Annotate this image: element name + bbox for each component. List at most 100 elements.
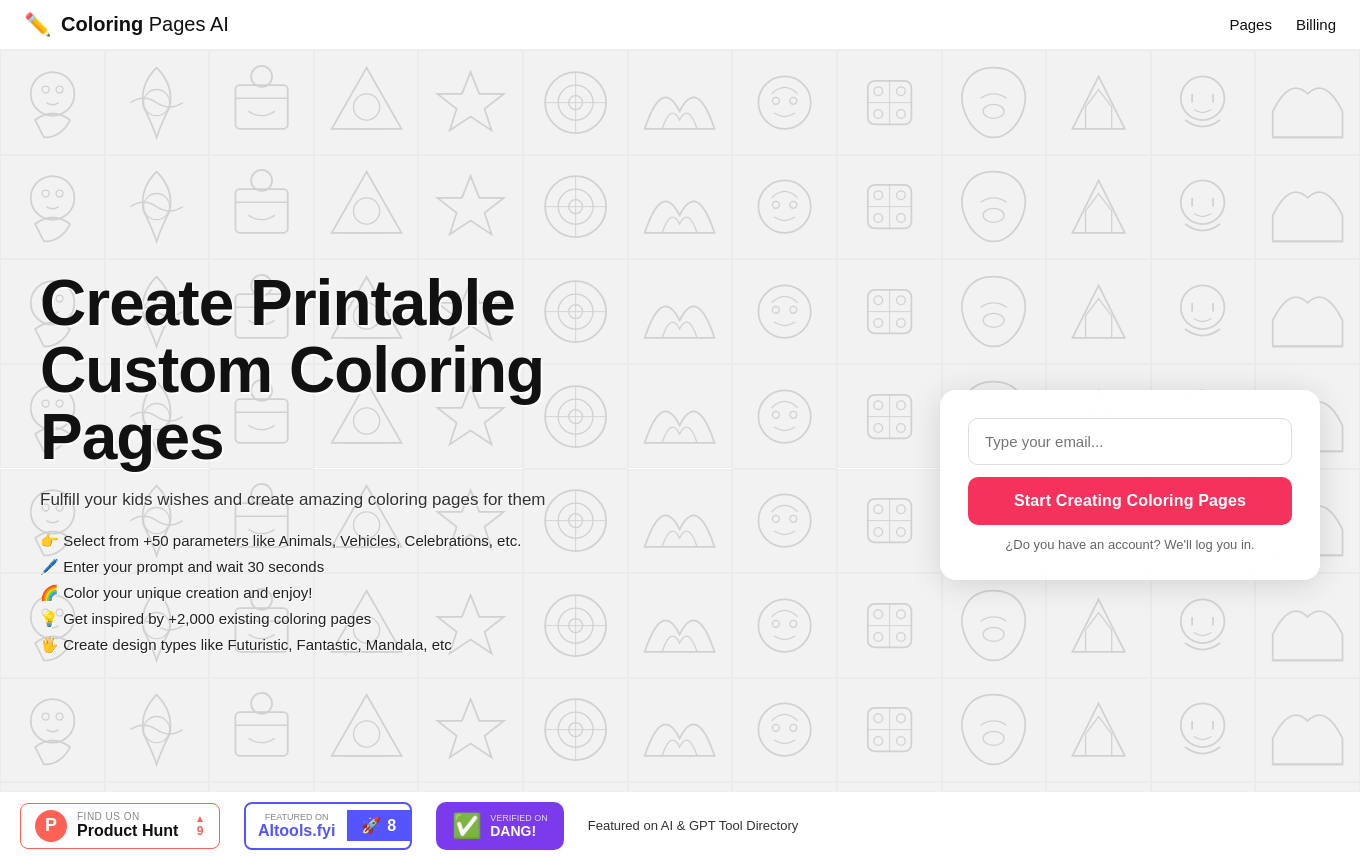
svg-point-161: [874, 714, 883, 723]
svg-point-24: [31, 176, 75, 220]
svg-point-133: [758, 599, 810, 651]
grid-thumbnail: [837, 50, 942, 155]
grid-thumbnail: [523, 50, 628, 155]
product-hunt-badge[interactable]: P FIND US ON Product Hunt ▲ 9: [20, 803, 220, 849]
logo[interactable]: ✏️ Coloring Pages AI: [24, 12, 229, 38]
dang-verified-label: Verified on: [490, 813, 548, 823]
nav-billing-link[interactable]: Billing: [1296, 16, 1336, 33]
grid-thumbnail: [418, 50, 523, 155]
svg-point-87: [790, 411, 797, 418]
svg-point-41: [874, 191, 883, 200]
grid-thumbnail: [523, 155, 628, 260]
svg-point-86: [772, 411, 779, 418]
grid-thumbnail: [942, 259, 1047, 364]
grid-thumbnail: [942, 155, 1047, 260]
grid-thumbnail: [1255, 573, 1360, 678]
dang-name-label: DANG!: [490, 823, 548, 839]
nav-pages-link[interactable]: Pages: [1229, 16, 1272, 33]
grid-thumbnail: [942, 678, 1047, 783]
grid-thumbnail: [732, 678, 837, 783]
svg-point-46: [1181, 181, 1225, 225]
ai-dir-badge[interactable]: Featured on AI & GPT Tool Directory: [588, 818, 799, 833]
svg-point-19: [874, 109, 883, 118]
ph-title-label: Product Hunt: [77, 822, 185, 840]
svg-point-138: [896, 610, 905, 619]
svg-point-43: [874, 214, 883, 223]
svg-point-42: [896, 191, 905, 200]
grid-thumbnail: [732, 573, 837, 678]
svg-point-61: [758, 285, 810, 337]
grid-thumbnail: [1255, 678, 1360, 783]
grid-thumbnail: [1151, 50, 1256, 155]
svg-point-116: [896, 528, 905, 537]
footer-bar: P FIND US ON Product Hunt ▲ 9 Featured O…: [0, 791, 1360, 859]
svg-point-142: [1181, 599, 1225, 643]
svg-point-44: [896, 214, 905, 223]
grid-thumbnail: [105, 678, 210, 783]
svg-rect-148: [235, 713, 287, 757]
hero-section: Create Printable Custom Coloring Pages F…: [40, 270, 660, 662]
grid-thumbnail: [209, 50, 314, 155]
grid-thumbnail: [837, 469, 942, 574]
grid-thumbnail: [0, 155, 105, 260]
aitools-name: AItools.fyi: [258, 822, 335, 840]
grid-thumbnail: [1151, 678, 1256, 783]
svg-rect-4: [235, 85, 287, 129]
signup-card: Start Creating Coloring Pages ¿Do you ha…: [940, 390, 1320, 580]
grid-thumbnail: [942, 50, 1047, 155]
navbar: ✏️ Coloring Pages AI Pages Billing: [0, 0, 1360, 50]
grid-thumbnail: [942, 573, 1047, 678]
svg-point-14: [772, 97, 779, 104]
svg-point-110: [772, 516, 779, 523]
grid-thumbnail: [0, 50, 105, 155]
svg-point-70: [1181, 285, 1225, 329]
svg-point-92: [896, 423, 905, 432]
grid-thumbnail: [105, 155, 210, 260]
svg-point-62: [772, 306, 779, 313]
feature-item: 🖐 Create design types like Futuristic, F…: [40, 636, 660, 654]
svg-point-113: [874, 505, 883, 514]
svg-point-162: [896, 714, 905, 723]
aitools-badge[interactable]: Featured On AItools.fyi 🚀 8: [244, 802, 412, 850]
svg-point-157: [758, 704, 810, 756]
ai-dir-label: Featured on AI & GPT Tool Directory: [588, 818, 799, 833]
svg-point-37: [758, 181, 810, 233]
grid-thumbnail: [1046, 155, 1151, 260]
svg-point-68: [896, 319, 905, 328]
svg-point-109: [758, 495, 810, 547]
svg-point-91: [874, 423, 883, 432]
svg-point-134: [772, 620, 779, 627]
svg-point-151: [353, 721, 379, 747]
svg-point-69: [983, 313, 1004, 327]
grid-thumbnail: [1046, 50, 1151, 155]
dang-badge[interactable]: ✅ Verified on DANG!: [436, 802, 564, 850]
grid-thumbnail: [314, 50, 419, 155]
grid-thumbnail: [837, 155, 942, 260]
grid-thumbnail: [837, 259, 942, 364]
grid-thumbnail: [837, 678, 942, 783]
svg-point-165: [983, 732, 1004, 746]
svg-point-144: [31, 700, 75, 744]
grid-thumbnail: [209, 678, 314, 783]
svg-point-114: [896, 505, 905, 514]
svg-point-17: [874, 87, 883, 96]
svg-point-140: [896, 632, 905, 641]
email-input[interactable]: [968, 418, 1292, 465]
svg-point-163: [874, 737, 883, 746]
grid-thumbnail: [732, 259, 837, 364]
svg-point-145: [42, 713, 49, 720]
grid-thumbnail: [1255, 50, 1360, 155]
grid-thumbnail: [1255, 155, 1360, 260]
grid-thumbnail: [1151, 155, 1256, 260]
svg-point-164: [896, 737, 905, 746]
svg-point-5: [251, 66, 272, 87]
cta-button[interactable]: Start Creating Coloring Pages: [968, 477, 1292, 525]
grid-thumbnail: [837, 573, 942, 678]
svg-point-13: [758, 76, 810, 128]
grid-thumbnail: [628, 155, 733, 260]
grid-thumbnail: [732, 50, 837, 155]
svg-point-137: [874, 610, 883, 619]
svg-point-26: [56, 190, 63, 197]
ph-find-label: FIND US ON: [77, 811, 185, 822]
nav-links: Pages Billing: [1229, 16, 1336, 33]
